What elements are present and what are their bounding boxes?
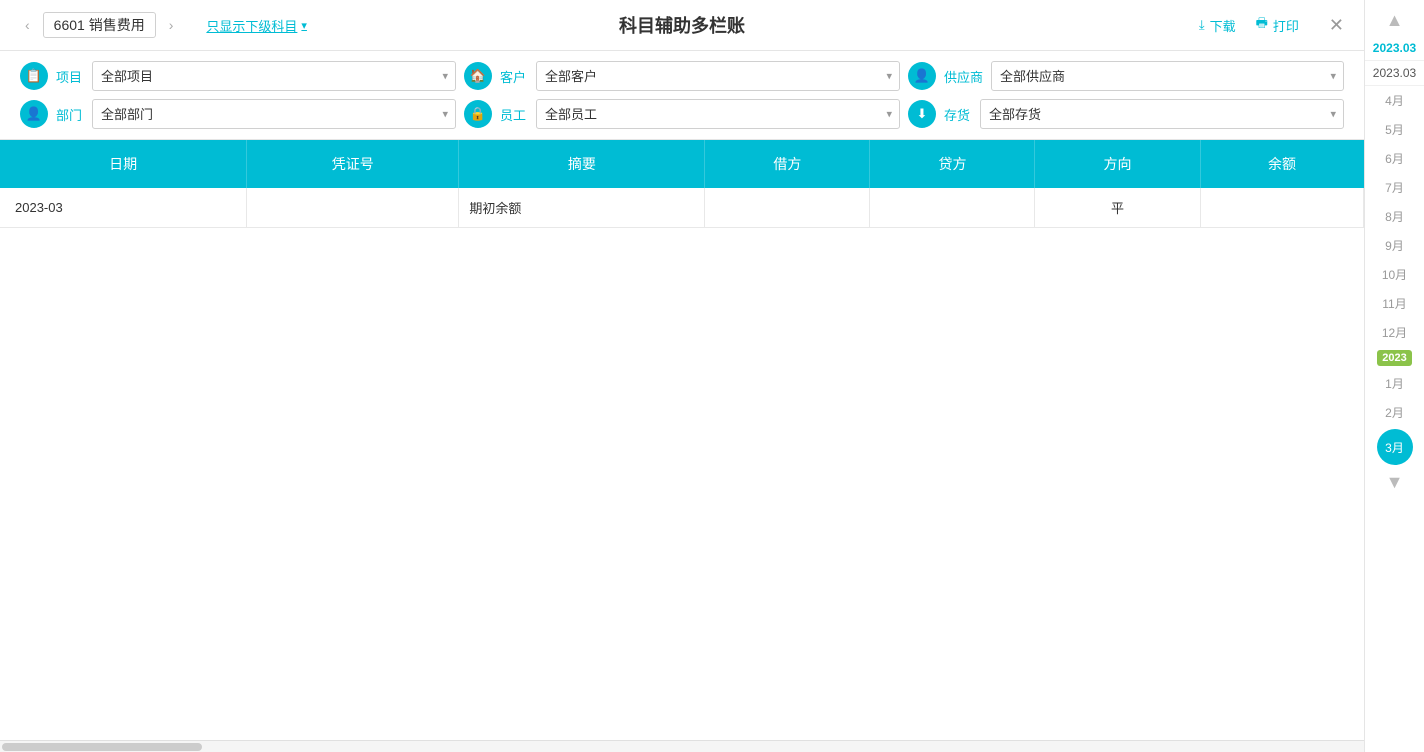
- horizontal-scrollbar[interactable]: [0, 740, 1364, 752]
- col-direction: 方向: [1035, 140, 1200, 188]
- col-date: 日期: [0, 140, 247, 188]
- customer-label: 客户: [500, 67, 528, 86]
- scrollbar-thumb[interactable]: [2, 743, 202, 751]
- month-6[interactable]: 6月: [1365, 144, 1424, 173]
- page-title: 科目辅助多栏账: [619, 12, 745, 38]
- print-label: 打印: [1273, 16, 1299, 35]
- period-item-2[interactable]: 2023.03: [1365, 61, 1424, 86]
- month-1[interactable]: 1月: [1365, 369, 1424, 398]
- customer-select[interactable]: 全部客户: [536, 61, 900, 91]
- show-sub-dropdown-arrow: ▾: [301, 19, 307, 32]
- department-select[interactable]: 全部部门: [92, 99, 456, 129]
- cell-credit: [870, 188, 1035, 228]
- col-credit: 贷方: [870, 140, 1035, 188]
- cell-direction: 平: [1035, 188, 1200, 228]
- download-icon: ⤓: [1199, 17, 1205, 33]
- download-label: 下载: [1210, 16, 1236, 35]
- right-sidebar: ▲ 2023.03 2023.03 4月 5月 6月 7月 8月 9月 10月 …: [1364, 0, 1424, 752]
- month-12[interactable]: 12月: [1365, 318, 1424, 347]
- top-bar: ‹ 6601 销售费用 › 只显示下级科目 ▾ 科目辅助多栏账 ⤓ 下载 🖶 打…: [0, 0, 1364, 51]
- nav-prev-arrow[interactable]: ‹: [20, 15, 35, 35]
- supplier-select[interactable]: 全部供应商: [991, 61, 1344, 91]
- print-button[interactable]: 🖶 打印: [1256, 14, 1299, 36]
- inventory-select[interactable]: 全部存货: [980, 99, 1344, 129]
- table-row: 2023-03 期初余额 平: [0, 188, 1364, 228]
- month-8[interactable]: 8月: [1365, 202, 1424, 231]
- table-header-row: 日期 凭证号 摘要 借方 贷方 方向 余额: [0, 140, 1364, 188]
- month-11[interactable]: 11月: [1365, 289, 1424, 318]
- show-sub-label: 只显示下级科目: [206, 16, 297, 35]
- cell-summary: 期初余额: [459, 188, 705, 228]
- account-code[interactable]: 6601 销售费用: [43, 12, 156, 38]
- department-select-wrapper: 全部部门 ▾: [92, 99, 456, 129]
- customer-select-wrapper: 全部客户 ▾: [536, 61, 900, 91]
- cell-date: 2023-03: [0, 188, 247, 228]
- nav-next-arrow[interactable]: ›: [164, 15, 179, 35]
- department-label: 部门: [56, 105, 84, 124]
- col-balance: 余额: [1200, 140, 1363, 188]
- inventory-icon: ⬇: [908, 100, 936, 128]
- month-10[interactable]: 10月: [1365, 260, 1424, 289]
- project-select-wrapper: 全部项目 ▾: [92, 61, 456, 91]
- sidebar-up-button[interactable]: ▲: [1381, 5, 1409, 36]
- cell-balance: [1200, 188, 1363, 228]
- employee-icon: 🔒: [464, 100, 492, 128]
- top-actions: ⤓ 下载 🖶 打印 ✕: [1199, 14, 1344, 36]
- filter-group-project: 📋 项目 全部项目 ▾: [20, 61, 456, 91]
- sidebar-down-button[interactable]: ▼: [1381, 467, 1409, 498]
- table-container: 日期 凭证号 摘要 借方 贷方 方向 余额 2023-03 期初余额 平: [0, 140, 1364, 740]
- customer-icon: 🏠: [464, 62, 492, 90]
- col-debit: 借方: [705, 140, 870, 188]
- employee-label: 员工: [500, 105, 528, 124]
- filter-section: 📋 项目 全部项目 ▾ 🏠 客户 全部客户 ▾: [0, 51, 1364, 140]
- account-nav: ‹ 6601 销售费用 › 只显示下级科目 ▾: [20, 12, 307, 38]
- col-voucher: 凭证号: [247, 140, 459, 188]
- year-badge: 2023: [1377, 350, 1411, 366]
- project-select[interactable]: 全部项目: [92, 61, 456, 91]
- department-icon: 👤: [20, 100, 48, 128]
- supplier-icon: 👤: [908, 62, 936, 90]
- print-icon: 🖶: [1256, 14, 1268, 36]
- employee-select-wrapper: 全部员工 ▾: [536, 99, 900, 129]
- month-4[interactable]: 4月: [1365, 86, 1424, 115]
- inventory-label: 存货: [944, 105, 972, 124]
- month-7[interactable]: 7月: [1365, 173, 1424, 202]
- project-icon: 📋: [20, 62, 48, 90]
- supplier-label: 供应商: [944, 67, 983, 86]
- filter-group-customer: 🏠 客户 全部客户 ▾: [464, 61, 900, 91]
- close-button[interactable]: ✕: [1329, 15, 1344, 36]
- cell-voucher: [247, 188, 459, 228]
- filter-group-inventory: ⬇ 存货 全部存货 ▾: [908, 99, 1344, 129]
- show-sub-selector[interactable]: 只显示下级科目 ▾: [206, 16, 307, 35]
- employee-select[interactable]: 全部员工: [536, 99, 900, 129]
- download-button[interactable]: ⤓ 下载: [1199, 16, 1236, 35]
- period-item-1[interactable]: 2023.03: [1365, 36, 1424, 61]
- inventory-select-wrapper: 全部存货 ▾: [980, 99, 1344, 129]
- month-3-active[interactable]: 3月: [1377, 429, 1413, 465]
- cell-debit: [705, 188, 870, 228]
- data-table: 日期 凭证号 摘要 借方 贷方 方向 余额 2023-03 期初余额 平: [0, 140, 1364, 228]
- month-9[interactable]: 9月: [1365, 231, 1424, 260]
- month-5[interactable]: 5月: [1365, 115, 1424, 144]
- project-label: 项目: [56, 67, 84, 86]
- filter-group-employee: 🔒 员工 全部员工 ▾: [464, 99, 900, 129]
- col-summary: 摘要: [459, 140, 705, 188]
- filter-group-department: 👤 部门 全部部门 ▾: [20, 99, 456, 129]
- month-2[interactable]: 2月: [1365, 398, 1424, 427]
- filter-group-supplier: 👤 供应商 全部供应商 ▾: [908, 61, 1344, 91]
- supplier-select-wrapper: 全部供应商 ▾: [991, 61, 1344, 91]
